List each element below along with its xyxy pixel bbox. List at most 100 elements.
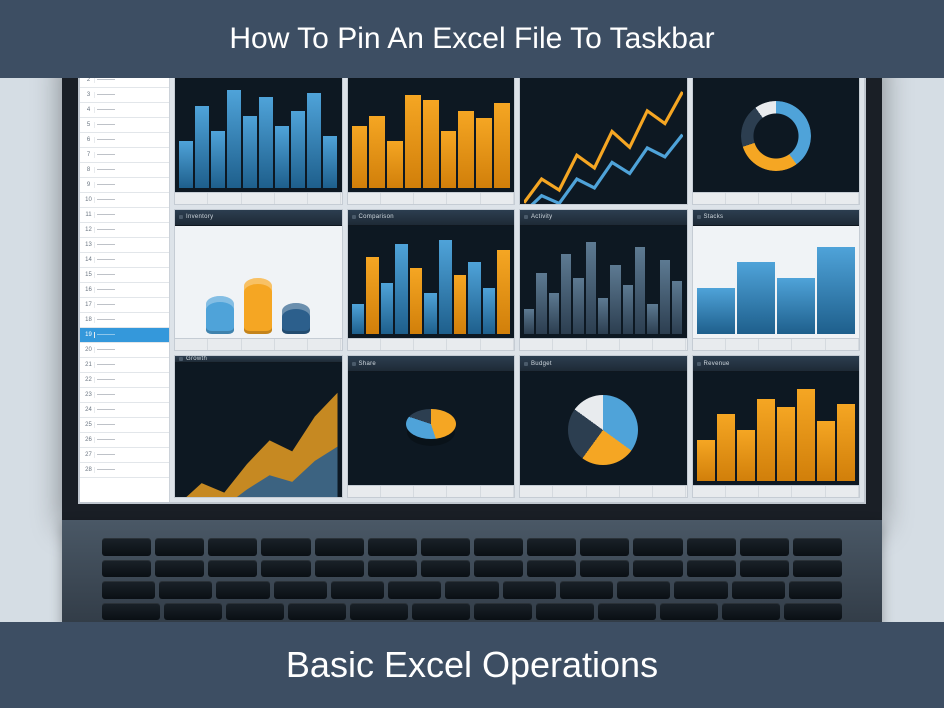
panel-footer: [520, 485, 687, 497]
panel-footer: [348, 192, 515, 204]
panel-title: Growth: [186, 356, 207, 362]
keyboard-key: [674, 581, 727, 599]
keyboard-key: [580, 560, 629, 578]
keyboard-key: [732, 581, 785, 599]
panel-footer: [693, 485, 860, 497]
sidebar-row: 26———: [80, 433, 169, 448]
panel-body: [520, 226, 687, 339]
panel-header: Share: [348, 356, 515, 372]
keyboard-key: [536, 603, 594, 621]
panel-body: [520, 70, 687, 205]
keyboard-key: [784, 603, 842, 621]
keyboard-key: [527, 538, 576, 556]
sidebar-row: 24———: [80, 403, 169, 418]
keyboard-key: [368, 560, 417, 578]
keyboard-key: [445, 581, 498, 599]
keyboard-key: [102, 603, 160, 621]
panel-header: Growth: [175, 356, 342, 363]
panel-header: Comparison: [348, 210, 515, 226]
chart-panel: Inventory: [174, 209, 343, 352]
keyboard-key: [421, 560, 470, 578]
keyboard-key: [740, 560, 789, 578]
keyboard-key: [598, 603, 656, 621]
chart-grid: OverviewPerformanceTrendsCategoriesInven…: [170, 58, 864, 502]
sidebar-row: 28———: [80, 463, 169, 478]
sidebar-row: 23———: [80, 388, 169, 403]
keyboard-key: [412, 603, 470, 621]
chart-panel: Stacks: [692, 209, 861, 352]
keyboard-key: [687, 560, 736, 578]
sidebar-row: 18———: [80, 313, 169, 328]
keyboard-key: [421, 538, 470, 556]
chart-panel: Budget: [519, 355, 688, 498]
chart-panel: Overview: [174, 62, 343, 205]
title-banner-top: How To Pin An Excel File To Taskbar: [0, 0, 944, 78]
panel-footer: [175, 192, 342, 204]
keyboard-key: [633, 538, 682, 556]
keyboard-key: [226, 603, 284, 621]
keyboard-key: [368, 538, 417, 556]
panel-title: Budget: [531, 361, 552, 367]
sidebar-row: 14———: [80, 253, 169, 268]
panel-footer: [348, 485, 515, 497]
keyboard-key: [660, 603, 718, 621]
panel-body: [348, 372, 515, 485]
keyboard-key: [331, 581, 384, 599]
sidebar-row: 20———: [80, 343, 169, 358]
chart-panel: Activity: [519, 209, 688, 352]
panel-header: Inventory: [175, 210, 342, 226]
panel-footer: [348, 338, 515, 350]
panel-title: Comparison: [359, 214, 394, 220]
panel-title: Stacks: [704, 214, 724, 220]
panel-body: [693, 226, 860, 339]
sidebar-row: 12———: [80, 223, 169, 238]
panel-header: Activity: [520, 210, 687, 226]
sidebar-row: 17———: [80, 298, 169, 313]
keyboard-key: [474, 603, 532, 621]
chart-panel: Share: [347, 355, 516, 498]
panel-footer: [693, 192, 860, 204]
sidebar-row: 22———: [80, 373, 169, 388]
panel-body: [348, 226, 515, 339]
spreadsheet-sidebar: 1———2———3———4———5———6———7———8———9———10——…: [80, 58, 170, 502]
title-banner-bottom: Basic Excel Operations: [0, 622, 944, 708]
keyboard-key: [102, 538, 151, 556]
dashboard-screen: 1———2———3———4———5———6———7———8———9———10——…: [78, 56, 866, 504]
panel-title: Activity: [531, 214, 552, 220]
keyboard-key: [633, 560, 682, 578]
title-text: How To Pin An Excel File To Taskbar: [229, 22, 714, 55]
chart-panel: Revenue: [692, 355, 861, 498]
keyboard-key: [580, 538, 629, 556]
sidebar-row: 13———: [80, 238, 169, 253]
sidebar-row: 19———: [80, 328, 169, 343]
panel-body: [693, 372, 860, 485]
panel-footer: [175, 338, 342, 350]
keyboard-key: [102, 560, 151, 578]
panel-title: Inventory: [186, 214, 213, 220]
sidebar-row: 4———: [80, 103, 169, 118]
chart-panel: Comparison: [347, 209, 516, 352]
keyboard-key: [350, 603, 408, 621]
panel-body: [175, 79, 342, 192]
keyboard-key: [288, 603, 346, 621]
keyboard-key: [527, 560, 576, 578]
keyboard-key: [793, 560, 842, 578]
panel-title: Share: [359, 361, 377, 367]
panel-header: Stacks: [693, 210, 860, 226]
chart-panel: Performance: [347, 62, 516, 205]
panel-body: [348, 79, 515, 192]
sidebar-row: 3———: [80, 88, 169, 103]
chart-panel: Trends: [519, 62, 688, 205]
panel-footer: [520, 338, 687, 350]
keyboard-key: [740, 538, 789, 556]
keyboard-key: [315, 560, 364, 578]
sidebar-row: 6———: [80, 133, 169, 148]
keyboard-key: [315, 538, 364, 556]
keyboard-key: [388, 581, 441, 599]
keyboard-key: [164, 603, 222, 621]
keyboard-key: [261, 538, 310, 556]
subtitle-text: Basic Excel Operations: [286, 644, 658, 685]
keyboard-key: [208, 560, 257, 578]
panel-body: [175, 226, 342, 339]
keyboard-key: [722, 603, 780, 621]
